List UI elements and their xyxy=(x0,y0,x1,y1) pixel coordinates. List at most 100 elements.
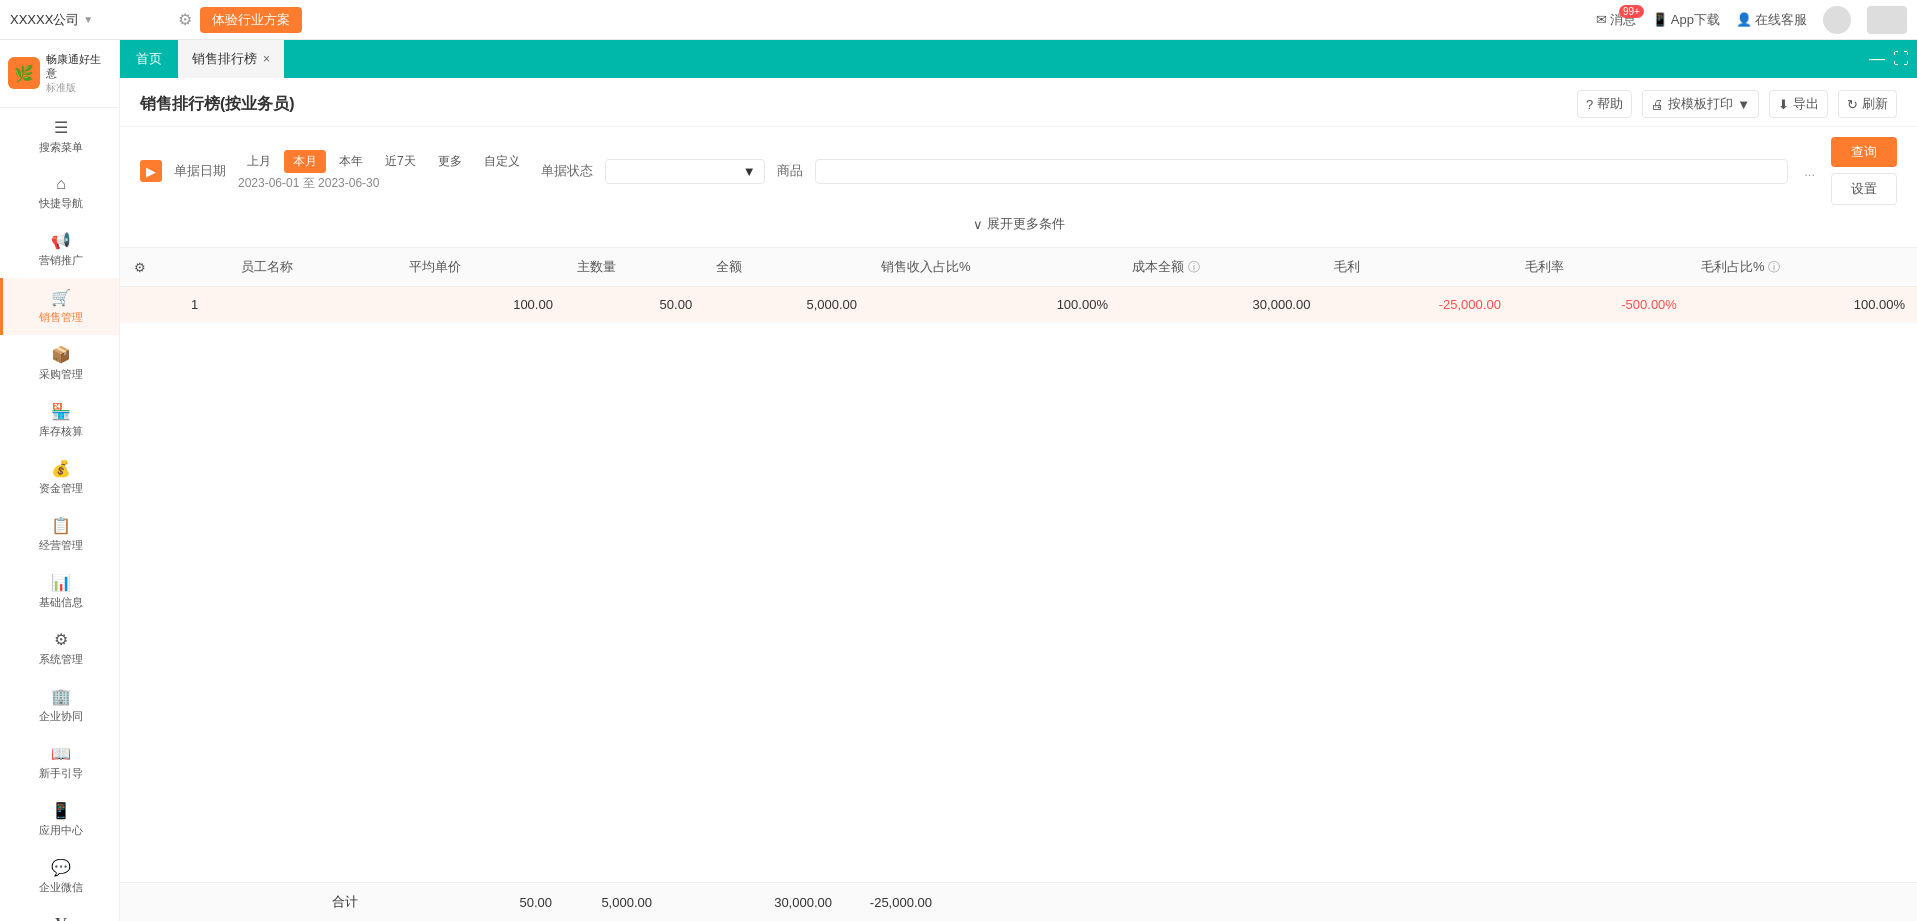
footer-cost: 30,000.00 xyxy=(732,895,832,910)
help-icon: ? xyxy=(1586,97,1593,112)
sidebar-item-inventory[interactable]: 🏪 库存核算 xyxy=(0,392,119,449)
sidebar-item-label: 新手引导 xyxy=(39,766,83,781)
main-layout: 🌿 畅康通好生意 标准版 ☰ 搜索菜单 ⌂ 快捷导航 📢 营销推广 🛒 销售管理… xyxy=(0,40,1917,921)
date-btn-this-year[interactable]: 本年 xyxy=(330,150,372,173)
sidebar-item-basic-info[interactable]: 📊 基础信息 xyxy=(0,563,119,620)
tab-close-icon[interactable]: × xyxy=(263,52,270,66)
sidebar-item-enterprise[interactable]: 🏢 企业协同 xyxy=(0,677,119,734)
sidebar-item-wechat[interactable]: 💬 企业微信 xyxy=(0,848,119,905)
sidebar-item-operation[interactable]: 📋 经营管理 xyxy=(0,506,119,563)
expand-more-btn[interactable]: ∨ 展开更多条件 xyxy=(140,211,1897,237)
sidebar: 🌿 畅康通好生意 标准版 ☰ 搜索菜单 ⌂ 快捷导航 📢 营销推广 🛒 销售管理… xyxy=(0,40,120,921)
th-profit-rate: 毛利率 xyxy=(1513,248,1689,287)
sidebar-item-guide[interactable]: 📖 新手引导 xyxy=(0,734,119,791)
query-btn[interactable]: 查询 xyxy=(1831,137,1897,167)
wechat-icon: 💬 xyxy=(51,858,71,877)
sidebar-item-label: 快捷导航 xyxy=(39,196,83,211)
footer-total-label-text: 合计 xyxy=(332,893,392,911)
message-badge: 99+ xyxy=(1619,5,1644,18)
top-bar-right: ✉ 消息 99+ 📱 App下载 👤 在线客服 xyxy=(1596,6,1907,34)
sidebar-item-member[interactable]: V 畅会员 xyxy=(0,905,119,921)
sidebar-item-search[interactable]: ☰ 搜索菜单 xyxy=(0,108,119,165)
status-select[interactable]: ▼ xyxy=(605,159,765,184)
tab-sales-rank[interactable]: 销售排行榜 × xyxy=(178,40,284,78)
tab-maximize-icon[interactable]: ⛶ xyxy=(1893,50,1909,68)
date-btn-more[interactable]: 更多 xyxy=(429,150,471,173)
date-buttons: 上月 本月 本年 近7天 更多 自定义 xyxy=(238,150,529,173)
tab-label: 销售排行榜 xyxy=(192,50,257,68)
date-btn-last7[interactable]: 近7天 xyxy=(376,150,425,173)
guide-icon: 📖 xyxy=(51,744,71,763)
th-employee: 员工名称 xyxy=(229,248,397,287)
sidebar-item-label: 基础信息 xyxy=(39,595,83,610)
sidebar-item-purchase[interactable]: 📦 采购管理 xyxy=(0,335,119,392)
footer-profit: -25,000.00 xyxy=(832,895,932,910)
status-chevron-icon: ▼ xyxy=(743,164,756,179)
sidebar-item-label: 采购管理 xyxy=(39,367,83,382)
tab-bar-right: — ⛶ xyxy=(1869,50,1917,68)
settings-icon[interactable]: ⚙ xyxy=(178,10,192,29)
logo-icon: 🌿 xyxy=(8,57,40,89)
sidebar-item-label: 经营管理 xyxy=(39,538,83,553)
marketing-icon: 📢 xyxy=(51,231,71,250)
tab-home[interactable]: 首页 xyxy=(120,40,178,78)
tab-minimize-icon[interactable]: — xyxy=(1869,50,1885,68)
logo-text-area: 畅康通好生意 标准版 xyxy=(46,52,111,95)
home-icon: ⌂ xyxy=(56,175,66,193)
sidebar-item-sales[interactable]: 🛒 销售管理 xyxy=(0,278,119,335)
th-profit-pct: 毛利占比% ⓘ xyxy=(1689,248,1917,287)
status-value xyxy=(614,164,618,179)
th-qty: 主数量 xyxy=(565,248,704,287)
purchase-icon: 📦 xyxy=(51,345,71,364)
app-download-btn[interactable]: 📱 App下载 xyxy=(1652,11,1720,29)
filter-toggle-icon[interactable]: ▶ xyxy=(140,160,162,182)
filter-row: ▶ 单据日期 上月 本月 本年 近7天 更多 自定义 2023-06-01 至 … xyxy=(140,137,1897,205)
user-name[interactable] xyxy=(1867,6,1907,34)
filter-settings-btn[interactable]: 设置 xyxy=(1831,173,1897,205)
th-settings[interactable]: ⚙ xyxy=(120,248,160,287)
message-btn[interactable]: ✉ 消息 99+ xyxy=(1596,11,1636,29)
page-header: 销售排行榜(按业务员) ? 帮助 🖨 按模板打印 ▼ ⬇ 导出 ↻ 刷新 xyxy=(120,78,1917,127)
basic-info-icon: 📊 xyxy=(51,573,71,592)
sidebar-item-label: 企业协同 xyxy=(39,709,83,724)
sidebar-item-marketing[interactable]: 📢 营销推广 xyxy=(0,221,119,278)
sidebar-item-label: 企业微信 xyxy=(39,880,83,895)
expand-label: 展开更多条件 xyxy=(987,215,1065,233)
export-label: 导出 xyxy=(1793,95,1819,113)
sidebar-item-quick-nav[interactable]: ⌂ 快捷导航 xyxy=(0,165,119,221)
sales-icon: 🛒 xyxy=(51,288,71,307)
profit-pct-help-icon: ⓘ xyxy=(1768,260,1780,274)
sidebar-item-apps[interactable]: 📱 应用中心 xyxy=(0,791,119,848)
sidebar-item-label: 销售管理 xyxy=(39,310,83,325)
print-label: 按模板打印 xyxy=(1668,95,1733,113)
date-btn-prev-month[interactable]: 上月 xyxy=(238,150,280,173)
online-service-btn[interactable]: 👤 在线客服 xyxy=(1736,11,1807,29)
status-filter-label: 单据状态 xyxy=(541,162,593,180)
footer-amount: 5,000.00 xyxy=(552,895,652,910)
sidebar-item-system[interactable]: ⚙ 系统管理 xyxy=(0,620,119,677)
app-label: App下载 xyxy=(1671,11,1720,29)
sidebar-item-finance[interactable]: 💰 资金管理 xyxy=(0,449,119,506)
sidebar-logo: 🌿 畅康通好生意 标准版 xyxy=(0,40,119,108)
filter-area: ▶ 单据日期 上月 本月 本年 近7天 更多 自定义 2023-06-01 至 … xyxy=(120,127,1917,248)
table-row: 1100.0050.005,000.00100.00%30,000.00-25,… xyxy=(120,287,1917,323)
help-btn[interactable]: ? 帮助 xyxy=(1577,90,1632,118)
trial-btn[interactable]: 体验行业方案 xyxy=(200,7,302,33)
print-btn[interactable]: 🖨 按模板打印 ▼ xyxy=(1642,90,1759,118)
th-cost: 成本全额 ⓘ xyxy=(1120,248,1322,287)
date-btn-custom[interactable]: 自定义 xyxy=(475,150,529,173)
more-filters-icon[interactable]: ... xyxy=(1800,164,1819,179)
company-selector[interactable]: XXXXX公司 ▼ xyxy=(10,11,170,29)
service-label: 在线客服 xyxy=(1755,11,1807,29)
avatar[interactable] xyxy=(1823,6,1851,34)
date-range: 2023-06-01 至 2023-06-30 xyxy=(238,175,529,192)
company-chevron-icon: ▼ xyxy=(83,14,93,25)
export-btn[interactable]: ⬇ 导出 xyxy=(1769,90,1828,118)
system-icon: ⚙ xyxy=(54,630,68,649)
goods-select[interactable] xyxy=(815,159,1788,184)
sidebar-item-label: 系统管理 xyxy=(39,652,83,667)
tab-home-label: 首页 xyxy=(136,50,162,68)
footer-qty: 50.00 xyxy=(472,895,552,910)
refresh-btn[interactable]: ↻ 刷新 xyxy=(1838,90,1897,118)
date-btn-this-month[interactable]: 本月 xyxy=(284,150,326,173)
